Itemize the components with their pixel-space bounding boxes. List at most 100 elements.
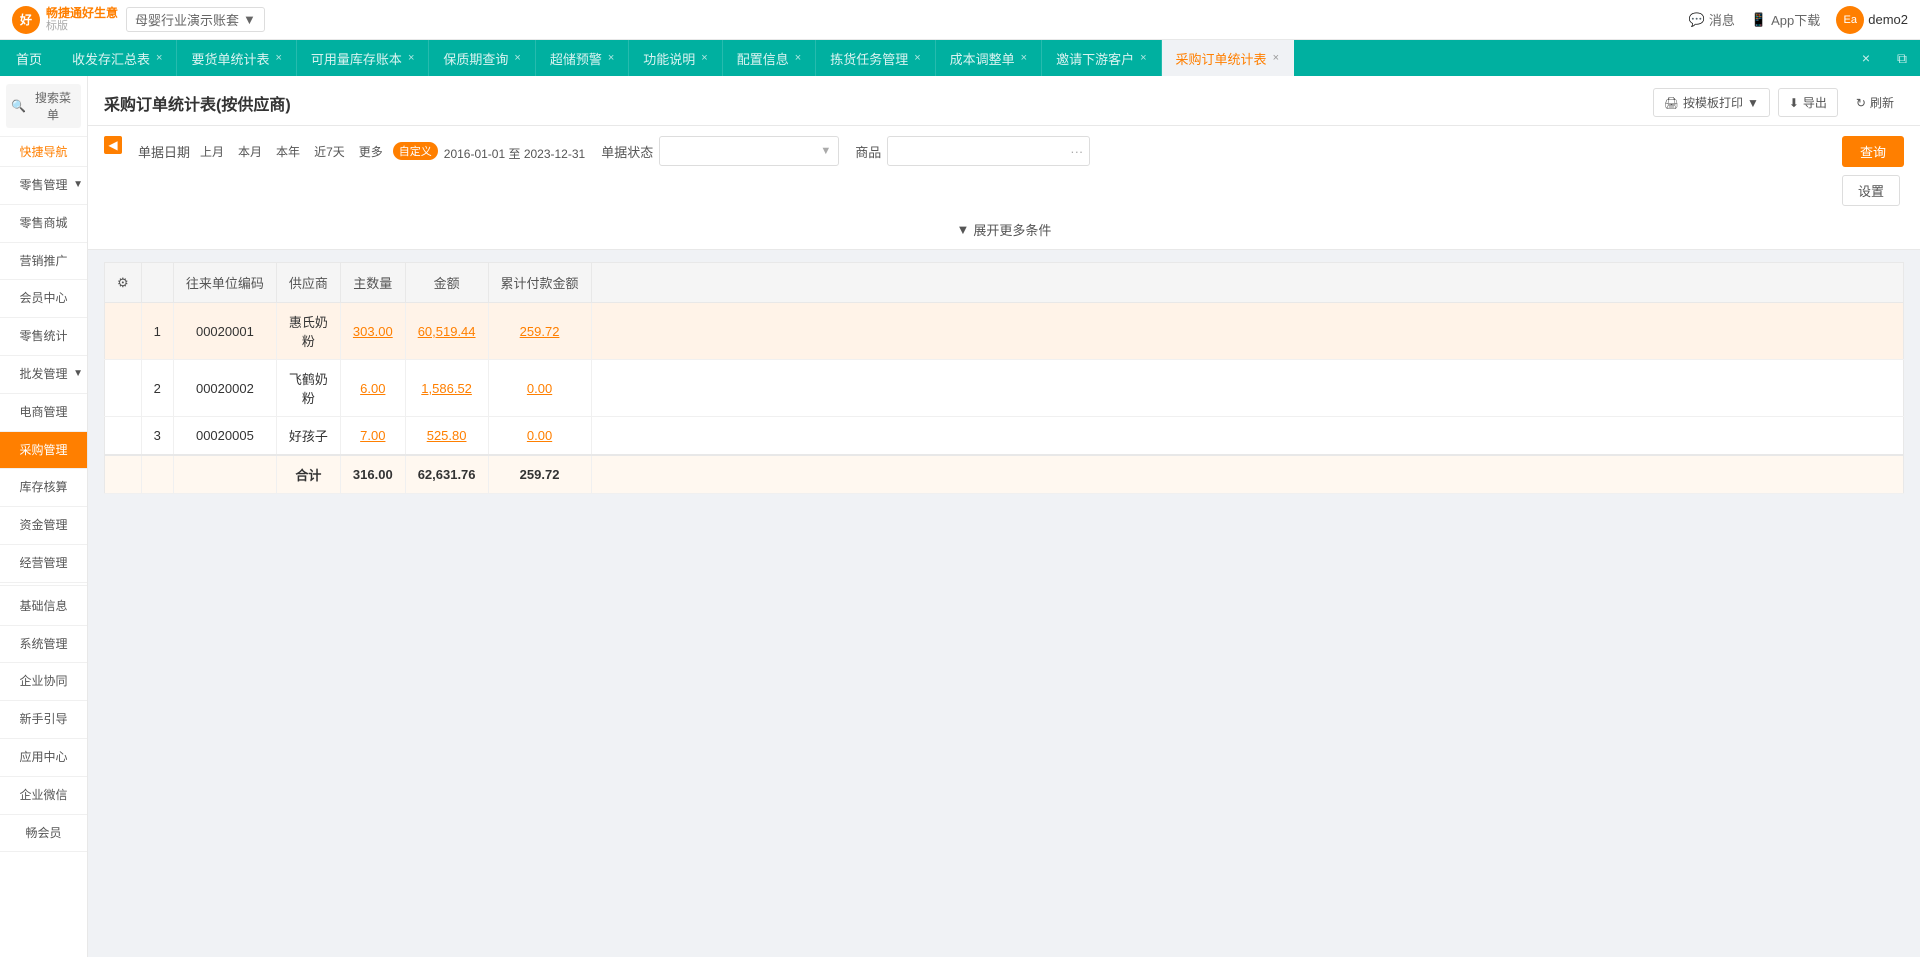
chevron-down-icon: ▼ [957, 222, 970, 237]
tab-邀请下游客户[interactable]: 邀请下游客户 × [1042, 40, 1161, 76]
column-settings-icon[interactable]: ⚙ [117, 275, 129, 290]
print-dropdown-icon: ▼ [1747, 96, 1759, 110]
tab-close-icon[interactable]: × [1273, 52, 1279, 64]
app-download-button[interactable]: 📱 App下载 [1751, 10, 1820, 29]
goods-input-dots[interactable]: ··· [1070, 144, 1083, 159]
goods-input[interactable] [894, 144, 1070, 159]
row-paid: 0.00 [488, 360, 591, 417]
app-icon: 📱 [1751, 12, 1767, 28]
tab-close-icon[interactable]: × [914, 52, 920, 64]
print-button[interactable]: 🖨 按模板打印 ▼ [1653, 88, 1770, 117]
table-area: ⚙ 往来单位编码 供应商 主数量 金额 累计付款金额 1 [88, 250, 1920, 957]
sidebar-item-批发管理[interactable]: 批发管理 ▼ [0, 356, 87, 394]
sidebar-item-quick-nav[interactable]: 快捷导航 [0, 137, 87, 167]
main-layout: 🔍 搜索菜单 快捷导航 零售管理 ▼ 零售商城 营销推广 会员中心 零售统计 批… [0, 76, 1920, 957]
goods-input-wrap: ··· [887, 136, 1090, 166]
sidebar-item-经营管理[interactable]: 经营管理 [0, 545, 87, 583]
sidebar-item-采购管理[interactable]: 采购管理 [0, 432, 87, 470]
close-all-tabs-button[interactable]: × [1848, 40, 1884, 76]
table-col-code: 往来单位编码 [173, 263, 276, 303]
tab-超储预警[interactable]: 超储预警 × [536, 40, 629, 76]
tab-home[interactable]: 首页 [0, 40, 58, 76]
date-custom-badge[interactable]: 自定义 [393, 142, 438, 160]
sidebar-item-基础信息[interactable]: 基础信息 [0, 588, 87, 626]
tab-close-icon[interactable]: × [156, 52, 162, 64]
sidebar-item-应用中心[interactable]: 应用中心 [0, 739, 87, 777]
table-col-index [141, 263, 173, 303]
sidebar-item-新手引导[interactable]: 新手引导 [0, 701, 87, 739]
tab-close-icon[interactable]: × [275, 52, 281, 64]
chevron-down-icon: ▼ [73, 178, 83, 192]
tab-保质期查询[interactable]: 保质期查询 × [429, 40, 535, 76]
filter-main-row: ◀ 单据日期 上月 本月 本年 近7天 更多 自定义 [104, 136, 1904, 206]
chevron-down-icon: ▼ [73, 367, 83, 381]
nav-tabs: 首页 收发存汇总表 × 要货单统计表 × 可用量库存账本 × 保质期查询 × 超… [0, 40, 1920, 76]
status-select-wrap: ▼ [659, 136, 839, 166]
top-bar-left: 好 畅捷通好生意 标版 母婴行业演示账套 ▼ [12, 6, 265, 34]
tab-配置信息[interactable]: 配置信息 × [723, 40, 816, 76]
tab-close-icon[interactable]: × [1140, 52, 1146, 64]
date-shortcut-this-month[interactable]: 本月 [234, 141, 266, 162]
expand-more-button[interactable]: ▼ 展开更多条件 [104, 220, 1904, 239]
sidebar-item-电商管理[interactable]: 电商管理 [0, 394, 87, 432]
user-menu[interactable]: Ea demo2 [1836, 6, 1908, 34]
tab-可用量库存账本[interactable]: 可用量库存账本 × [297, 40, 429, 76]
status-filter: 单据状态 ▼ [601, 136, 839, 166]
sidebar-item-零售管理[interactable]: 零售管理 ▼ [0, 167, 87, 205]
sidebar-item-零售统计[interactable]: 零售统计 [0, 318, 87, 356]
sidebar-item-资金管理[interactable]: 资金管理 [0, 507, 87, 545]
sidebar-item-库存核算[interactable]: 库存核算 [0, 469, 87, 507]
table-body: 1 00020001 惠氏奶粉 303.00 60,519.44 259.72 … [105, 303, 1904, 456]
row-quantity: 303.00 [340, 303, 405, 360]
sidebar-item-营销推广[interactable]: 营销推广 [0, 243, 87, 281]
tab-close-icon[interactable]: × [408, 52, 414, 64]
row-settings-cell [105, 417, 142, 456]
row-supplier: 好孩子 [276, 417, 340, 456]
toggle-filter-button[interactable]: ◀ [104, 136, 122, 154]
expand-more-row: ▼ 展开更多条件 [104, 212, 1904, 239]
tab-close-icon[interactable]: × [1021, 52, 1027, 64]
sidebar-item-企业协同[interactable]: 企业协同 [0, 663, 87, 701]
tab-拣货任务管理[interactable]: 拣货任务管理 × [816, 40, 935, 76]
refresh-button[interactable]: ↻ 刷新 [1846, 89, 1904, 116]
sidebar-item-系统管理[interactable]: 系统管理 [0, 626, 87, 664]
tab-收发存汇总表[interactable]: 收发存汇总表 × [58, 40, 177, 76]
status-select[interactable] [659, 136, 839, 166]
table-col-quantity: 主数量 [340, 263, 405, 303]
sidebar-item-企业微信[interactable]: 企业微信 [0, 777, 87, 815]
row-paid: 0.00 [488, 417, 591, 456]
sidebar-item-会员中心[interactable]: 会员中心 [0, 280, 87, 318]
filter-bar: ◀ 单据日期 上月 本月 本年 近7天 更多 自定义 [88, 126, 1920, 250]
table-header: ⚙ 往来单位编码 供应商 主数量 金额 累计付款金额 [105, 263, 1904, 303]
date-shortcut-more[interactable]: 更多 [355, 141, 387, 162]
settings-button[interactable]: 设置 [1842, 175, 1900, 206]
query-button[interactable]: 查询 [1842, 136, 1904, 167]
sidebar-item-畅会员[interactable]: 畅会员 [0, 815, 87, 853]
goods-filter-label: 商品 [855, 142, 881, 161]
row-code: 00020001 [173, 303, 276, 360]
date-shortcut-last-month[interactable]: 上月 [196, 141, 228, 162]
date-shortcuts: 上月 本月 本年 近7天 更多 自定义 [196, 141, 438, 162]
tab-close-icon[interactable]: × [795, 52, 801, 64]
print-icon: 🖨 [1664, 96, 1679, 110]
table-col-settings: ⚙ [105, 263, 142, 303]
tab-采购订单统计表[interactable]: 采购订单统计表 × [1162, 40, 1294, 76]
restore-tabs-button[interactable]: ⧉ [1884, 40, 1920, 76]
message-button[interactable]: 💬 消息 [1689, 10, 1735, 29]
export-button[interactable]: ⬇ 导出 [1778, 88, 1838, 117]
date-shortcut-7days[interactable]: 近7天 [310, 141, 349, 162]
table-col-amount: 金额 [405, 263, 488, 303]
tab-close-icon[interactable]: × [608, 52, 614, 64]
sidebar-item-零售商城[interactable]: 零售商城 [0, 205, 87, 243]
table-row: 3 00020005 好孩子 7.00 525.80 0.00 [105, 417, 1904, 456]
tab-close-icon[interactable]: × [514, 52, 520, 64]
tab-功能说明[interactable]: 功能说明 × [629, 40, 722, 76]
search-menu-button[interactable]: 🔍 搜索菜单 [6, 84, 81, 128]
tab-close-icon[interactable]: × [701, 52, 707, 64]
date-shortcut-this-year[interactable]: 本年 [272, 141, 304, 162]
search-icon: 🔍 [11, 99, 26, 113]
workspace-selector[interactable]: 母婴行业演示账套 ▼ [126, 7, 265, 32]
tab-要货单统计表[interactable]: 要货单统计表 × [177, 40, 296, 76]
tab-成本调整单[interactable]: 成本调整单 × [936, 40, 1042, 76]
chevron-down-icon: ▼ [243, 12, 256, 27]
